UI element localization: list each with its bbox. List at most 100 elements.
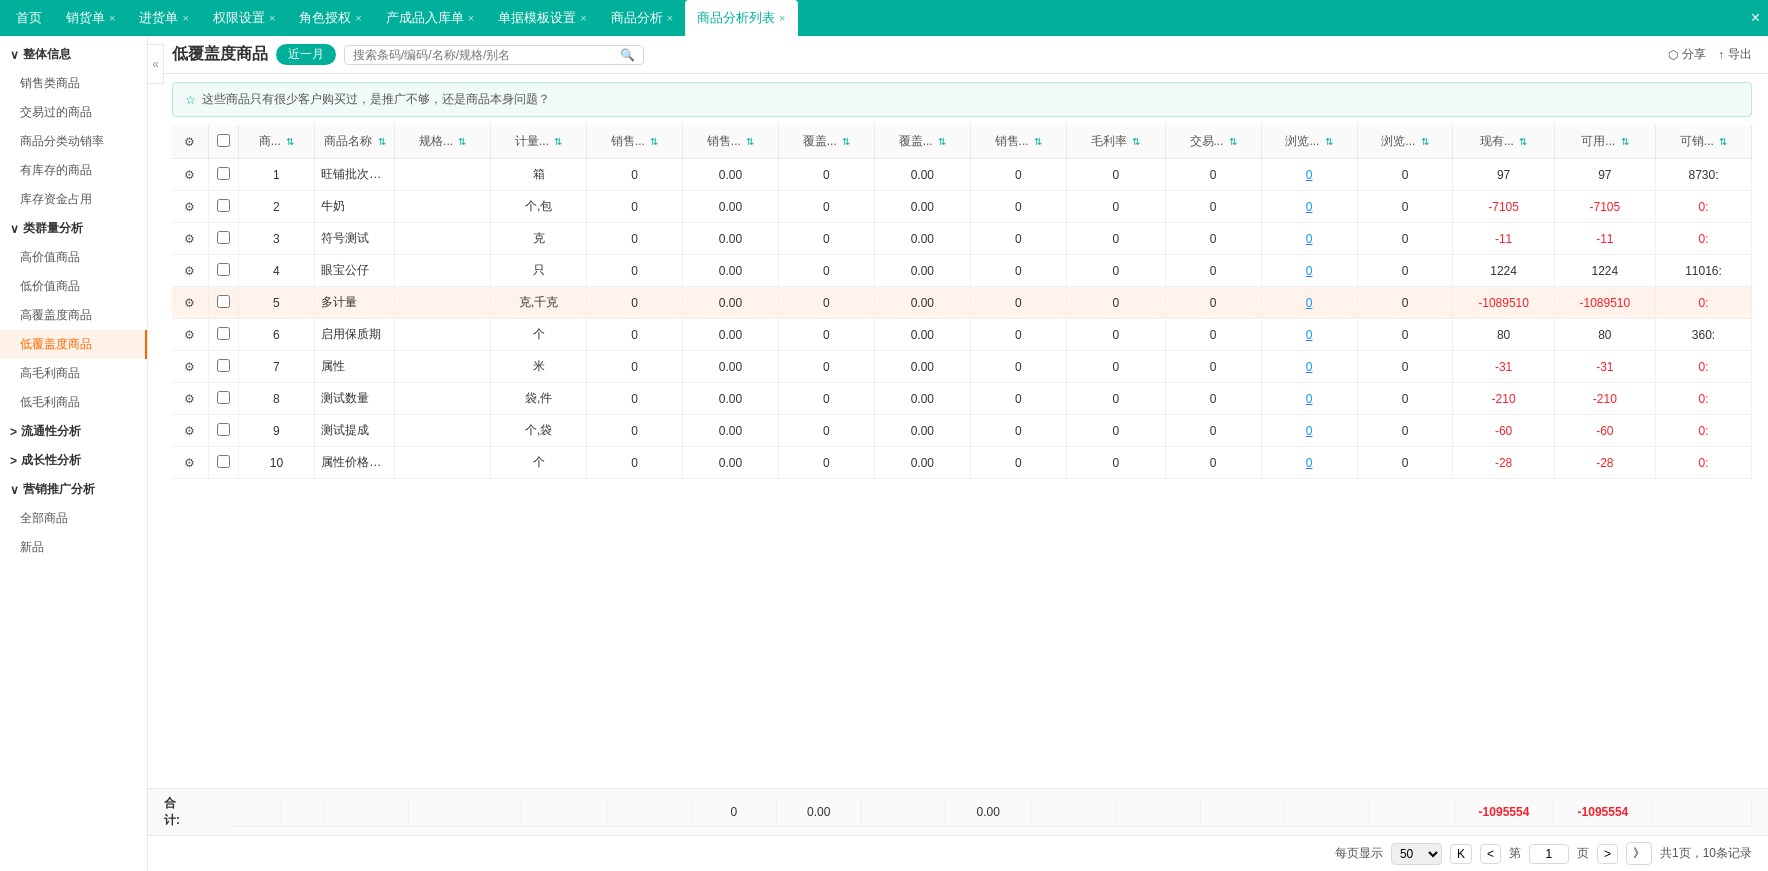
sort-unit-icon[interactable]: ⇅: [554, 136, 562, 147]
row-browse1[interactable]: 0: [1261, 223, 1357, 255]
sidebar-collapse-button[interactable]: «: [148, 44, 164, 84]
col-gear[interactable]: ⚙: [172, 125, 208, 159]
col-cov1[interactable]: 覆盖... ⇅: [778, 125, 874, 159]
row-checkbox-cell[interactable]: [208, 415, 238, 447]
row-checkbox[interactable]: [217, 231, 230, 244]
row-checkbox[interactable]: [217, 391, 230, 404]
sort-code-icon[interactable]: ⇅: [286, 136, 294, 147]
row-settings-icon[interactable]: ⚙: [172, 255, 208, 287]
sidebar-item-high-margin[interactable]: 高毛利商品: [0, 359, 147, 388]
row-settings-icon[interactable]: ⚙: [172, 319, 208, 351]
col-unit[interactable]: 计量... ⇅: [491, 125, 587, 159]
col-browse2[interactable]: 浏览... ⇅: [1357, 125, 1453, 159]
browse1-link[interactable]: 0: [1306, 200, 1313, 214]
sidebar-item-high-value[interactable]: 高价值商品: [0, 243, 147, 272]
browse1-link[interactable]: 0: [1306, 168, 1313, 182]
row-checkbox-cell[interactable]: [208, 319, 238, 351]
share-button[interactable]: ⬡ 分享: [1668, 46, 1706, 63]
next-page-button[interactable]: >: [1597, 844, 1618, 864]
search-input[interactable]: [353, 48, 616, 62]
close-tab-finished-goods[interactable]: ×: [468, 0, 474, 36]
sidebar-item-high-coverage[interactable]: 高覆盖度商品: [0, 301, 147, 330]
row-settings-icon[interactable]: ⚙: [172, 351, 208, 383]
browse1-link[interactable]: 0: [1306, 392, 1313, 406]
close-tab-sales[interactable]: ×: [109, 0, 115, 36]
browse1-link[interactable]: 0: [1306, 456, 1313, 470]
row-checkbox[interactable]: [217, 199, 230, 212]
sort-cov1-icon[interactable]: ⇅: [842, 136, 850, 147]
row-browse1[interactable]: 0: [1261, 351, 1357, 383]
sort-name-icon[interactable]: ⇅: [378, 136, 386, 147]
col-saleable[interactable]: 可销... ⇅: [1655, 125, 1751, 159]
row-checkbox[interactable]: [217, 455, 230, 468]
row-settings-icon[interactable]: ⚙: [172, 415, 208, 447]
sidebar-section-liquidity[interactable]: > 流通性分析: [0, 417, 147, 446]
nav-tab-roles[interactable]: 角色授权 ×: [287, 0, 373, 36]
sort-browse2-icon[interactable]: ⇅: [1421, 136, 1429, 147]
row-checkbox-cell[interactable]: [208, 159, 238, 191]
row-checkbox[interactable]: [217, 263, 230, 276]
browse1-link[interactable]: 0: [1306, 264, 1313, 278]
close-tab-permissions[interactable]: ×: [269, 0, 275, 36]
browse1-link[interactable]: 0: [1306, 296, 1313, 310]
export-button[interactable]: ↑ 导出: [1718, 46, 1752, 63]
browse1-link[interactable]: 0: [1306, 424, 1313, 438]
close-tab-roles[interactable]: ×: [355, 0, 361, 36]
sidebar-item-low-margin[interactable]: 低毛利商品: [0, 388, 147, 417]
row-browse1[interactable]: 0: [1261, 447, 1357, 479]
nav-tab-permissions[interactable]: 权限设置 ×: [201, 0, 287, 36]
close-all-tabs[interactable]: ×: [1751, 9, 1760, 27]
row-settings-icon[interactable]: ⚙: [172, 223, 208, 255]
nav-tab-sales[interactable]: 销货单 ×: [54, 0, 127, 36]
sidebar-section-marketing[interactable]: ∨ 营销推广分析: [0, 475, 147, 504]
nav-tab-finished-goods[interactable]: 产成品入库单 ×: [374, 0, 486, 36]
search-icon[interactable]: 🔍: [620, 48, 635, 62]
row-checkbox-cell[interactable]: [208, 223, 238, 255]
col-code[interactable]: 商... ⇅: [238, 125, 315, 159]
browse1-link[interactable]: 0: [1306, 328, 1313, 342]
row-checkbox-cell[interactable]: [208, 287, 238, 319]
sidebar-item-new-goods[interactable]: 新品: [0, 533, 147, 562]
select-all-checkbox[interactable]: [217, 134, 230, 147]
row-checkbox-cell[interactable]: [208, 447, 238, 479]
browse1-link[interactable]: 0: [1306, 232, 1313, 246]
nav-tab-analysis-list[interactable]: 商品分析列表 ×: [685, 0, 797, 36]
sidebar-item-traded-goods[interactable]: 交易过的商品: [0, 98, 147, 127]
row-browse1[interactable]: 0: [1261, 319, 1357, 351]
col-cov2[interactable]: 覆盖... ⇅: [874, 125, 970, 159]
nav-tab-template-settings[interactable]: 单据模板设置 ×: [486, 0, 598, 36]
row-settings-icon[interactable]: ⚙: [172, 191, 208, 223]
sort-current-icon[interactable]: ⇅: [1519, 136, 1527, 147]
row-checkbox-cell[interactable]: [208, 351, 238, 383]
gear-icon[interactable]: ⚙: [184, 135, 195, 149]
close-tab-analysis-list[interactable]: ×: [779, 0, 785, 36]
row-settings-icon[interactable]: ⚙: [172, 383, 208, 415]
close-tab-template-settings[interactable]: ×: [580, 0, 586, 36]
sidebar-item-sales-goods[interactable]: 销售类商品: [0, 69, 147, 98]
sort-gross-rate-icon[interactable]: ⇅: [1132, 136, 1140, 147]
sort-browse1-icon[interactable]: ⇅: [1325, 136, 1333, 147]
row-checkbox[interactable]: [217, 295, 230, 308]
row-checkbox[interactable]: [217, 167, 230, 180]
sort-sales-qty-icon[interactable]: ⇅: [650, 136, 658, 147]
sidebar-item-stocked-goods[interactable]: 有库存的商品: [0, 156, 147, 185]
sidebar-item-category-turnover[interactable]: 商品分类动销率: [0, 127, 147, 156]
sidebar-section-growth[interactable]: > 成长性分析: [0, 446, 147, 475]
row-checkbox[interactable]: [217, 359, 230, 372]
sort-available-icon[interactable]: ⇅: [1621, 136, 1629, 147]
col-name[interactable]: 商品名称 ⇅: [315, 125, 395, 159]
page-size-select[interactable]: 50 100 200: [1391, 843, 1442, 865]
close-tab-product-analysis[interactable]: ×: [667, 0, 673, 36]
row-settings-icon[interactable]: ⚙: [172, 287, 208, 319]
close-tab-purchase[interactable]: ×: [182, 0, 188, 36]
col-available[interactable]: 可用... ⇅: [1554, 125, 1655, 159]
page-number-input[interactable]: [1529, 844, 1569, 864]
col-sales-x[interactable]: 销售... ⇅: [970, 125, 1066, 159]
nav-tab-purchase[interactable]: 进货单 ×: [127, 0, 200, 36]
row-browse1[interactable]: 0: [1261, 159, 1357, 191]
col-current[interactable]: 现有... ⇅: [1453, 125, 1554, 159]
row-checkbox-cell[interactable]: [208, 191, 238, 223]
prev-page-button[interactable]: <: [1480, 844, 1501, 864]
filter-button[interactable]: 近一月: [276, 44, 336, 65]
nav-tab-home[interactable]: 首页: [4, 0, 54, 36]
